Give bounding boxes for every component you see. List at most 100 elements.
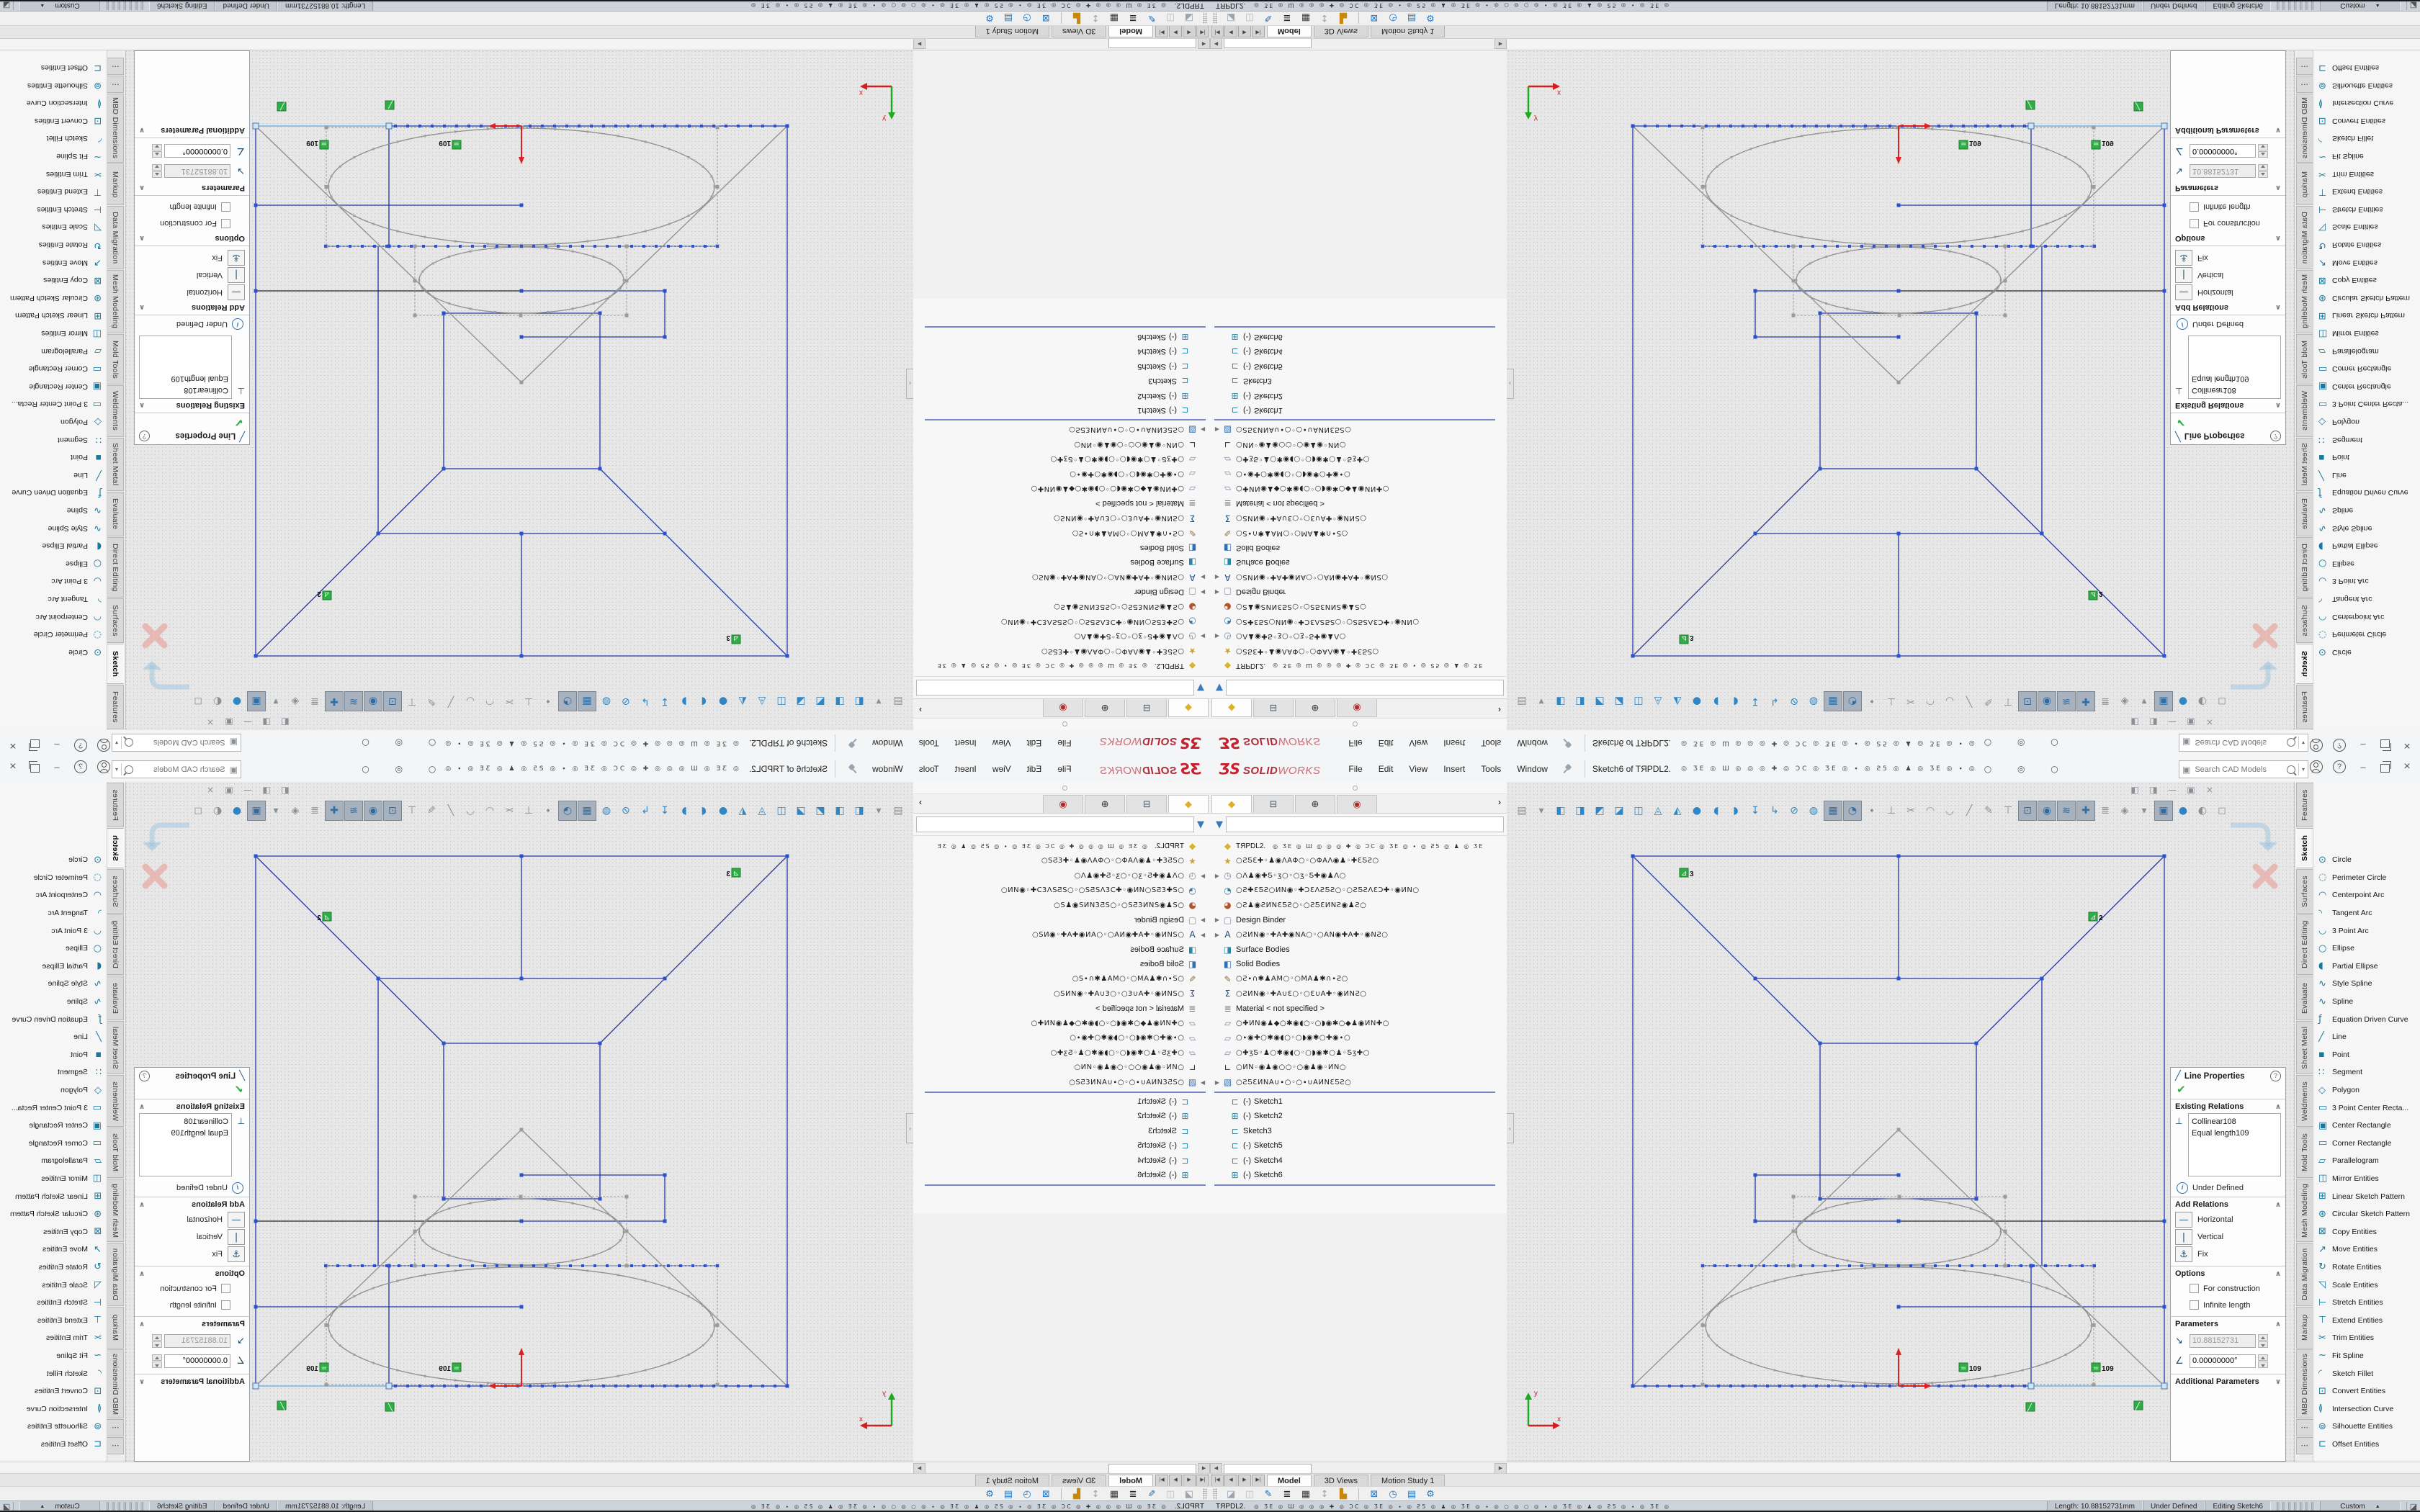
cm-tab-direct-editing[interactable]: Direct Editing bbox=[107, 537, 124, 598]
tool-extend-entities[interactable]: ⊤Extend Entities bbox=[0, 1311, 107, 1329]
cm-tab-surfaces[interactable]: Surfaces bbox=[2296, 869, 2313, 914]
tool-corner-rectangle[interactable]: ▭Corner Rectangle bbox=[2313, 1135, 2420, 1153]
tree-item[interactable]: ▶▢Design Binder bbox=[1210, 585, 1507, 600]
menu-file[interactable]: File bbox=[1049, 738, 1079, 748]
tool-ellipse[interactable]: ○Ellipse bbox=[0, 940, 107, 958]
search-icon[interactable] bbox=[125, 765, 133, 774]
checkbox[interactable] bbox=[2190, 1300, 2199, 1310]
tree-item[interactable]: ≣Material < not specified > bbox=[1210, 1002, 1507, 1017]
propertymanager-tab[interactable]: ⊟ bbox=[1126, 795, 1167, 813]
cm-tab-direct-editing[interactable]: Direct Editing bbox=[2296, 537, 2313, 598]
cm-tab-mesh-modeling[interactable]: Mesh Modeling bbox=[107, 270, 124, 333]
cm-tab--[interactable]: ⋮ bbox=[107, 76, 124, 93]
options-header[interactable]: Options ∧ bbox=[139, 1269, 245, 1278]
existing-relations-header[interactable]: Existing Relations ∧ bbox=[2175, 401, 2281, 410]
cm-tab-mold-tools[interactable]: Mold Tools bbox=[2296, 1128, 2313, 1178]
parameters-header[interactable]: Parameters ∧ bbox=[2175, 1320, 2281, 1328]
tree-item[interactable]: ◔○Ƨ✚ƐƼƧ○ИΝ◉◦✚ƆƐΛƧƼƧ○◦○ƧƼƧΛƐƆ✚◦◉ИΝ○ bbox=[913, 883, 1210, 899]
tool-ellipse[interactable]: ○Ellipse bbox=[2313, 554, 2420, 572]
help-icon[interactable]: ? bbox=[74, 760, 87, 773]
tree-item[interactable]: ▱○✚ʒƼ◦♟○✱◉◖○◦○◗◉✱○♟◦Ƽʒ✚○ bbox=[1210, 1045, 1507, 1061]
tool-centerpoint-arc[interactable]: ◠Centerpoint Arc bbox=[2313, 886, 2420, 904]
cm-tab-mbd-dimensions[interactable]: MBD Dimensions bbox=[107, 1349, 124, 1418]
add-relation-vertical[interactable]: |Vertical bbox=[139, 266, 245, 284]
existing-relations-header[interactable]: Existing Relations ∧ bbox=[139, 401, 245, 410]
tree-item[interactable]: ▶▧○ƧƼƐИΝΑ∪∙○◦○∙∪ΑИΝƐƼƧ○ bbox=[1210, 423, 1507, 438]
tool-point[interactable]: ▪Point bbox=[2313, 1046, 2420, 1064]
motion-toolbar-icon[interactable]: ≣ bbox=[1124, 13, 1142, 24]
ok-button[interactable]: ✔ bbox=[139, 416, 243, 429]
tool-tangent-arc[interactable]: ◝Tangent Arc bbox=[2313, 904, 2420, 922]
status-units[interactable]: Custom▲ bbox=[2320, 1501, 2401, 1511]
motion-toolbar-icon[interactable]: ↕ bbox=[1315, 13, 1334, 24]
menu-view[interactable]: View bbox=[1401, 738, 1435, 748]
checkbox[interactable] bbox=[2190, 202, 2199, 212]
panel-splitter[interactable] bbox=[1210, 782, 1507, 794]
minimize-button[interactable]: – bbox=[2356, 738, 2370, 752]
cm-tab-mbd-dimensions[interactable]: MBD Dimensions bbox=[2296, 1349, 2313, 1418]
horizontal-scrollbar[interactable]: ◀ ▶ bbox=[913, 1463, 1210, 1473]
tool-silhouette-entities[interactable]: ⊚Silhouette Entities bbox=[2313, 76, 2420, 94]
tree-item[interactable]: ▶◷○Λ♟◉✚Ƽ◦ʒ○◦○ʒ◦Ƽ✚◉♟Λ○ bbox=[913, 629, 1210, 644]
featuremanager-tab[interactable]: ◆ bbox=[1168, 699, 1209, 717]
tree-item-sketch[interactable]: ⊏Sketch3 bbox=[1210, 374, 1507, 389]
close-button[interactable]: × bbox=[2400, 760, 2414, 774]
tool-scale-entities[interactable]: ◹Scale Entities bbox=[2313, 218, 2420, 236]
motion-toolbar-icon[interactable]: ◷ bbox=[1018, 1489, 1036, 1500]
add-relation-horizontal[interactable]: —Horizontal bbox=[139, 284, 245, 301]
search-input[interactable] bbox=[136, 765, 227, 775]
motion-toolbar-icon[interactable]: ◪ bbox=[1180, 1489, 1198, 1500]
collapse-icon[interactable]: ∧ bbox=[2275, 1270, 2281, 1278]
length-spinner[interactable] bbox=[2258, 1334, 2268, 1348]
expand-arrow-icon[interactable]: ▶ bbox=[1198, 426, 1207, 433]
tool-spline[interactable]: ∿Spline bbox=[0, 502, 107, 520]
tree-item[interactable]: ▶A○ƧИΝ◉◦✚Α✚◉ΝΑ○◦○ΑΝ◉✚Α✚◦◉ΝƧ○ bbox=[913, 927, 1210, 942]
expand-arrow-icon[interactable]: ▶ bbox=[1198, 917, 1207, 923]
expand-arrow-icon[interactable]: ▶ bbox=[1213, 917, 1222, 923]
rollback-bar[interactable] bbox=[1214, 327, 1495, 328]
relation-item[interactable]: Collinear108 bbox=[143, 1116, 228, 1128]
tree-item-sketch[interactable]: ⊞(-)Sketch2 bbox=[1210, 1109, 1507, 1124]
panel-splitter[interactable] bbox=[1210, 718, 1507, 730]
tree-item[interactable]: Σ○ƧИΝ◉◦✚Α∪Ɛ○◦○Ɛ∪Α✚◦◉ИΝƧ○ bbox=[1210, 986, 1507, 1002]
add-relation-vertical[interactable]: |Vertical bbox=[2175, 266, 2281, 284]
tool-circle[interactable]: ⊙Circle bbox=[0, 643, 107, 661]
checkbox[interactable] bbox=[221, 1284, 230, 1293]
menu-insert[interactable]: Insert bbox=[947, 738, 985, 748]
horizontal-icon[interactable]: — bbox=[2175, 284, 2192, 300]
cm-tab-data-migration[interactable]: Data Migration bbox=[107, 206, 124, 269]
study-nav-button[interactable]: ▶| bbox=[1252, 1475, 1265, 1487]
tree-root[interactable]: ◆ TЯPDL2. ◎ ƷΕ ◎ Ш ◎ ◎ ◎ ✚ ◎ ƆС ◎ ƷΕ ◎ ∙… bbox=[913, 659, 1210, 674]
motion-toolbar-icon[interactable]: ▦ bbox=[1296, 13, 1315, 24]
menu-file[interactable]: File bbox=[1049, 764, 1079, 774]
angle-spinner[interactable] bbox=[2258, 145, 2268, 158]
tool-move-entities[interactable]: ↗Move Entities bbox=[0, 253, 107, 271]
tool-corner-rectangle[interactable]: ▭Corner Rectangle bbox=[0, 1135, 107, 1153]
tree-item[interactable]: ◨Surface Bodies bbox=[1210, 942, 1507, 958]
motion-toolbar-icon[interactable]: ◷ bbox=[1384, 13, 1402, 24]
angle-field[interactable]: 0.00000000° bbox=[2190, 1354, 2256, 1368]
tree-item[interactable]: ∟○ИΝ◦◉♟◉○○◦○◉♟◉◦ИΝ○ bbox=[1210, 437, 1507, 452]
cm-tab-sheet-metal[interactable]: Sheet Metal bbox=[107, 1021, 124, 1074]
tool-point[interactable]: ▪Point bbox=[0, 1046, 107, 1064]
tool-intersection-curve[interactable]: ≬Intersection Curve bbox=[2313, 94, 2420, 112]
expand-arrow-icon[interactable]: ▶ bbox=[1213, 426, 1222, 433]
parameters-header[interactable]: Parameters ∧ bbox=[2175, 184, 2281, 192]
menu-edit[interactable]: Edit bbox=[1019, 764, 1050, 774]
graphics-area[interactable]: ◧◨—▣× ▤▾◧◨◩◪◫◬◭●◖◗↧↳⊘◍▦◔∙⊥✂◠◡╱✎⊤⊡◉≋✚≣◈▾▣… bbox=[1507, 50, 2294, 730]
scroll-right-arrow[interactable]: ▶ bbox=[1494, 37, 1507, 49]
cm-tab-evaluate[interactable]: Evaluate bbox=[2296, 976, 2313, 1020]
panel-collapse-handle[interactable]: ‹ bbox=[906, 1113, 913, 1143]
panel-collapse-handle[interactable]: ‹ bbox=[1507, 369, 1514, 399]
cm-tab-mesh-modeling[interactable]: Mesh Modeling bbox=[107, 1179, 124, 1242]
tool-tangent-arc[interactable]: ◝Tangent Arc bbox=[0, 590, 107, 608]
tool-segment[interactable]: ∷Segment bbox=[0, 1063, 107, 1081]
search-input[interactable] bbox=[2193, 738, 2284, 748]
tool-segment[interactable]: ∷Segment bbox=[2313, 1063, 2420, 1081]
tool-polygon[interactable]: ◇Polygon bbox=[2313, 413, 2420, 431]
tool-mirror-entities[interactable]: ◫Mirror Entities bbox=[2313, 1170, 2420, 1188]
tool-perimeter-circle[interactable]: ◌Perimeter Circle bbox=[2313, 626, 2420, 644]
tool-parallelogram[interactable]: ▱Parallelogram bbox=[0, 1152, 107, 1170]
graphics-area[interactable]: ◧◨—▣× ▤▾◧◨◩◪◫◬◭●◖◗↧↳⊘◍▦◔∙⊥✂◠◡╱✎⊤⊡◉≋✚≣◈▾▣… bbox=[126, 50, 913, 730]
motion-toolbar-icon[interactable]: ▙ bbox=[1334, 13, 1353, 24]
